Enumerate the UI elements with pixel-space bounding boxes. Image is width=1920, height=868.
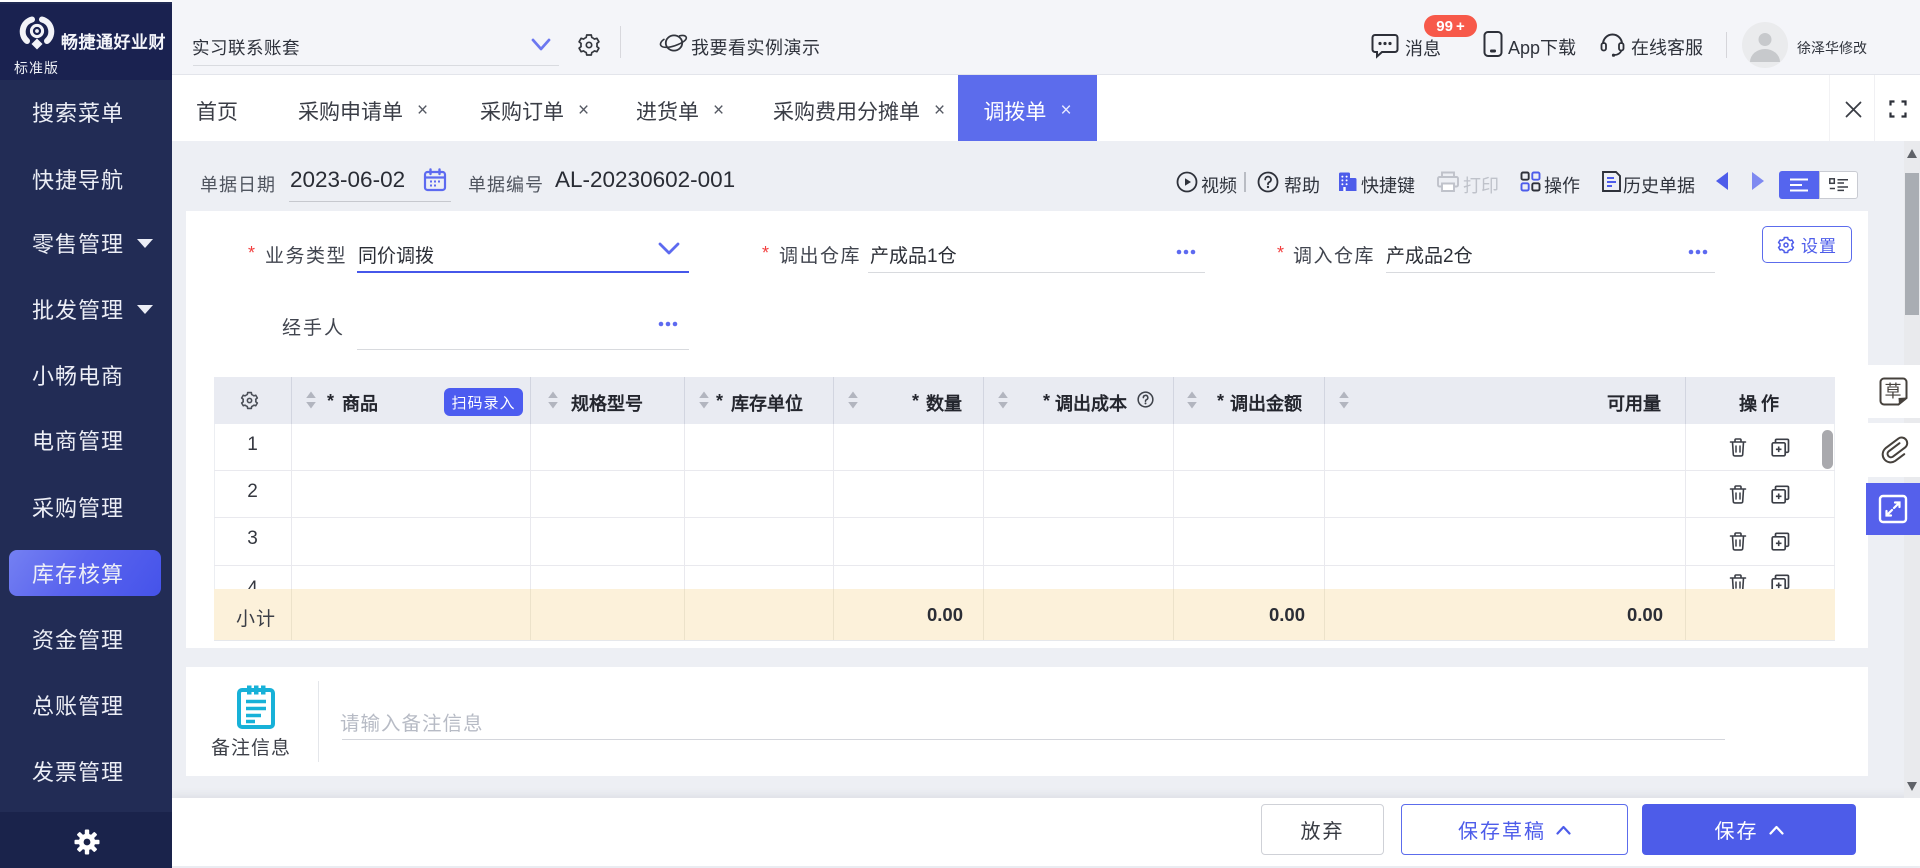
svg-text:草: 草 — [1885, 382, 1902, 401]
